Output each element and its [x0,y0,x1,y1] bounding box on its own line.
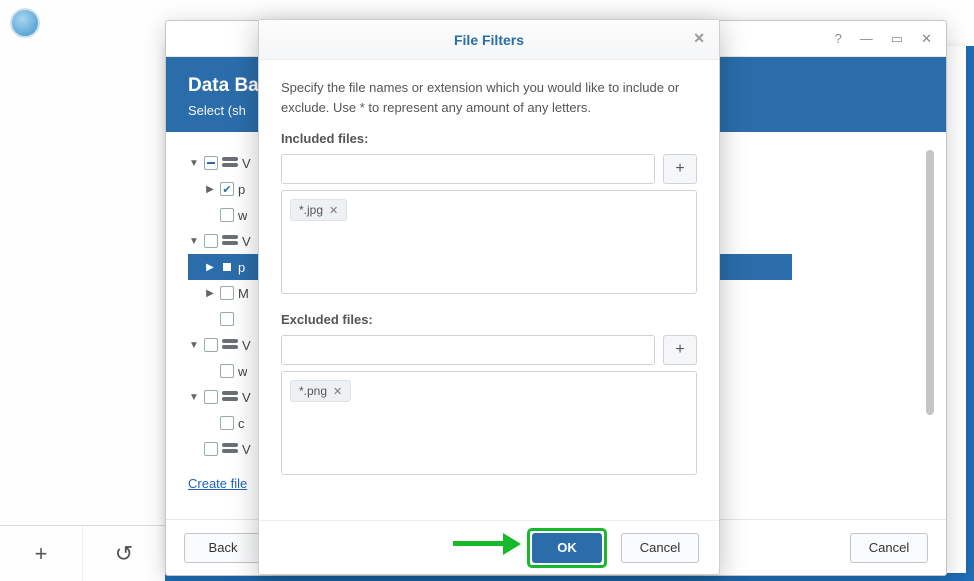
checkbox[interactable] [220,312,234,326]
modal-footer: OK Cancel [259,520,719,574]
twisty-icon[interactable] [204,314,216,325]
included-input[interactable] [281,154,655,184]
twisty-icon[interactable] [188,444,200,455]
tag-remove-icon[interactable]: ✕ [329,204,338,217]
maximize-icon[interactable]: ▭ [891,31,903,47]
close-icon[interactable]: ✕ [921,31,932,47]
tag-remove-icon[interactable]: ✕ [333,385,342,398]
checkbox[interactable] [220,260,234,274]
excluded-label: Excluded files: [281,312,697,327]
volume-icon [222,235,238,247]
twisty-icon[interactable]: ▶ [204,288,216,299]
left-sidebar [0,46,165,581]
twisty-icon[interactable]: ▼ [188,340,200,351]
file-filters-modal: File Filters ✕ Specify the file names or… [258,19,720,575]
app-launcher-icon[interactable] [10,8,40,38]
add-task-button[interactable]: + [0,526,83,581]
tree-label: p [238,182,245,197]
volume-icon [222,157,238,169]
twisty-icon[interactable]: ▼ [188,236,200,247]
tree-label: M [238,286,249,301]
twisty-icon[interactable]: ▼ [188,392,200,403]
tree-label: c [238,416,245,431]
sidebar-toolbox: + ↺ [0,525,165,581]
tag-text: *.png [299,384,327,398]
twisty-icon[interactable]: ▼ [188,158,200,169]
history-button[interactable]: ↺ [83,526,165,581]
create-file-filter-link[interactable]: Create file [188,476,247,491]
checkbox[interactable] [204,156,218,170]
tree-label: p [238,260,245,275]
twisty-icon[interactable] [204,418,216,429]
included-add-button[interactable]: + [663,154,697,184]
twisty-icon[interactable]: ▶ [204,184,216,195]
twisty-icon[interactable] [204,210,216,221]
twisty-icon[interactable]: ▶ [204,262,216,273]
excluded-input[interactable] [281,335,655,365]
tree-label: w [238,364,247,379]
filter-tag: *.jpg ✕ [290,199,347,221]
scrollbar-thumb[interactable] [926,150,934,415]
modal-description: Specify the file names or extension whic… [281,78,697,117]
volume-icon [222,391,238,403]
modal-cancel-button[interactable]: Cancel [621,533,699,563]
checkbox[interactable] [220,182,234,196]
ok-highlight: OK [527,528,607,568]
modal-close-icon[interactable]: ✕ [693,30,705,47]
checkbox[interactable] [204,390,218,404]
checkbox[interactable] [220,286,234,300]
excluded-tags-area: *.png ✕ [281,371,697,475]
checkbox[interactable] [204,442,218,456]
checkbox[interactable] [220,364,234,378]
volume-icon [222,443,238,455]
back-button[interactable]: Back [184,533,262,563]
minimize-icon[interactable]: — [860,31,873,46]
twisty-icon[interactable] [204,366,216,377]
excluded-add-button[interactable]: + [663,335,697,365]
tree-label: V [242,338,251,353]
tree-label: V [242,156,251,171]
help-icon[interactable]: ? [835,31,842,46]
checkbox[interactable] [220,208,234,222]
checkbox[interactable] [220,416,234,430]
wizard-cancel-button[interactable]: Cancel [850,533,928,563]
checkbox[interactable] [204,234,218,248]
tree-label: V [242,442,251,457]
tree-label: V [242,390,251,405]
tree-label: w [238,208,247,223]
modal-title: File Filters [454,32,524,48]
volume-icon [222,339,238,351]
tree-label: V [242,234,251,249]
modal-body: Specify the file names or extension whic… [259,60,719,520]
ok-button[interactable]: OK [532,533,602,563]
filter-tag: *.png ✕ [290,380,351,402]
modal-titlebar: File Filters ✕ [259,20,719,60]
included-label: Included files: [281,131,697,146]
checkbox[interactable] [204,338,218,352]
tag-text: *.jpg [299,203,323,217]
included-tags-area: *.jpg ✕ [281,190,697,294]
